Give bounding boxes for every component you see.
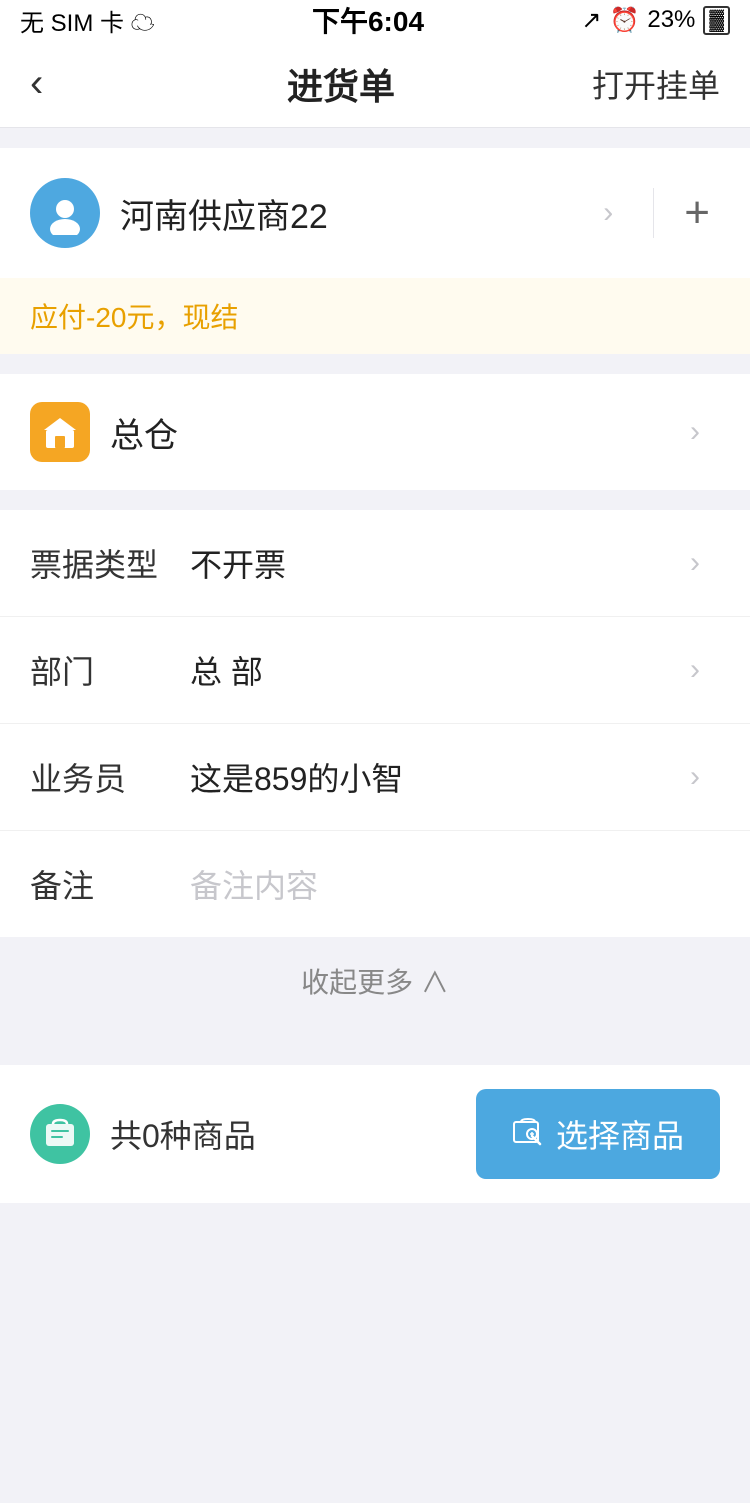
- department-chevron-icon: ›: [690, 653, 700, 687]
- status-bar: 无 SIM 卡 ☁ 下午6:04 ↗ ⏰ 23% ▓: [0, 0, 750, 40]
- back-button[interactable]: ‹: [30, 61, 90, 106]
- section-gap-2: [0, 354, 750, 374]
- avatar-icon: [43, 191, 87, 235]
- collapse-label: 收起更多 ∧: [301, 961, 449, 1001]
- warehouse-row[interactable]: 总仓 ›: [0, 374, 750, 490]
- remark-input[interactable]: 备注内容: [190, 861, 720, 907]
- page-background: [0, 1203, 750, 1503]
- battery-level: 23%: [647, 6, 695, 34]
- warehouse-svg-icon: [42, 414, 78, 450]
- battery-icon: ▓: [703, 6, 730, 35]
- status-left: 无 SIM 卡 ☁: [20, 3, 155, 38]
- department-value: 总 部: [190, 647, 690, 693]
- department-row[interactable]: 部门 总 部 ›: [0, 617, 750, 724]
- status-right: ↗ ⏰ 23% ▓: [581, 6, 730, 35]
- salesperson-chevron-icon: ›: [690, 760, 700, 794]
- nav-bar: ‹ 进货单 打开挂单: [0, 40, 750, 128]
- select-product-label: 选择商品: [556, 1111, 684, 1157]
- product-bar: 共0种商品 选择商品: [0, 1065, 750, 1203]
- ticket-type-value: 不开票: [190, 540, 690, 586]
- select-product-button[interactable]: 选择商品: [476, 1089, 720, 1179]
- supplier-row[interactable]: 河南供应商22 › +: [0, 148, 750, 278]
- remark-row[interactable]: 备注 备注内容: [0, 831, 750, 937]
- product-count: 共0种商品: [110, 1111, 456, 1157]
- section-gap-1: [0, 128, 750, 148]
- open-pending-button[interactable]: 打开挂单: [592, 61, 720, 107]
- location-icon: ↗: [581, 6, 601, 35]
- section-gap-3: [0, 1025, 750, 1045]
- ticket-type-row[interactable]: 票据类型 不开票 ›: [0, 510, 750, 617]
- ticket-type-chevron-icon: ›: [690, 546, 700, 580]
- sim-signal: 无 SIM 卡 ☁: [20, 3, 155, 38]
- warehouse-chevron-icon: ›: [690, 415, 700, 449]
- notice-banner: 应付-20元，现结: [0, 278, 750, 354]
- department-label: 部门: [30, 647, 170, 693]
- status-time: 下午6:04: [312, 0, 424, 40]
- ticket-type-label: 票据类型: [30, 540, 170, 586]
- select-product-icon: [512, 1118, 544, 1150]
- supplier-name: 河南供应商22: [120, 189, 603, 238]
- supplier-section: 河南供应商22 › + 应付-20元，现结: [0, 148, 750, 354]
- remark-label: 备注: [30, 861, 170, 907]
- supplier-divider: [653, 188, 654, 238]
- salesperson-row[interactable]: 业务员 这是859的小智 ›: [0, 724, 750, 831]
- product-svg-icon: [42, 1116, 78, 1152]
- supplier-avatar: [30, 178, 100, 248]
- warehouse-icon: [30, 402, 90, 462]
- collapse-button[interactable]: 收起更多 ∧: [0, 937, 750, 1025]
- salesperson-label: 业务员: [30, 754, 170, 800]
- warehouse-section: 总仓 ›: [0, 374, 750, 490]
- page-title: 进货单: [287, 58, 395, 110]
- product-icon: [30, 1104, 90, 1164]
- supplier-chevron-icon: ›: [603, 196, 613, 230]
- salesperson-value: 这是859的小智: [190, 754, 690, 800]
- form-section: 票据类型 不开票 › 部门 总 部 › 业务员 这是859的小智 › 备注 备注…: [0, 510, 750, 937]
- warehouse-name: 总仓: [110, 408, 690, 457]
- add-supplier-button[interactable]: +: [674, 188, 720, 238]
- alarm-icon: ⏰: [609, 6, 639, 35]
